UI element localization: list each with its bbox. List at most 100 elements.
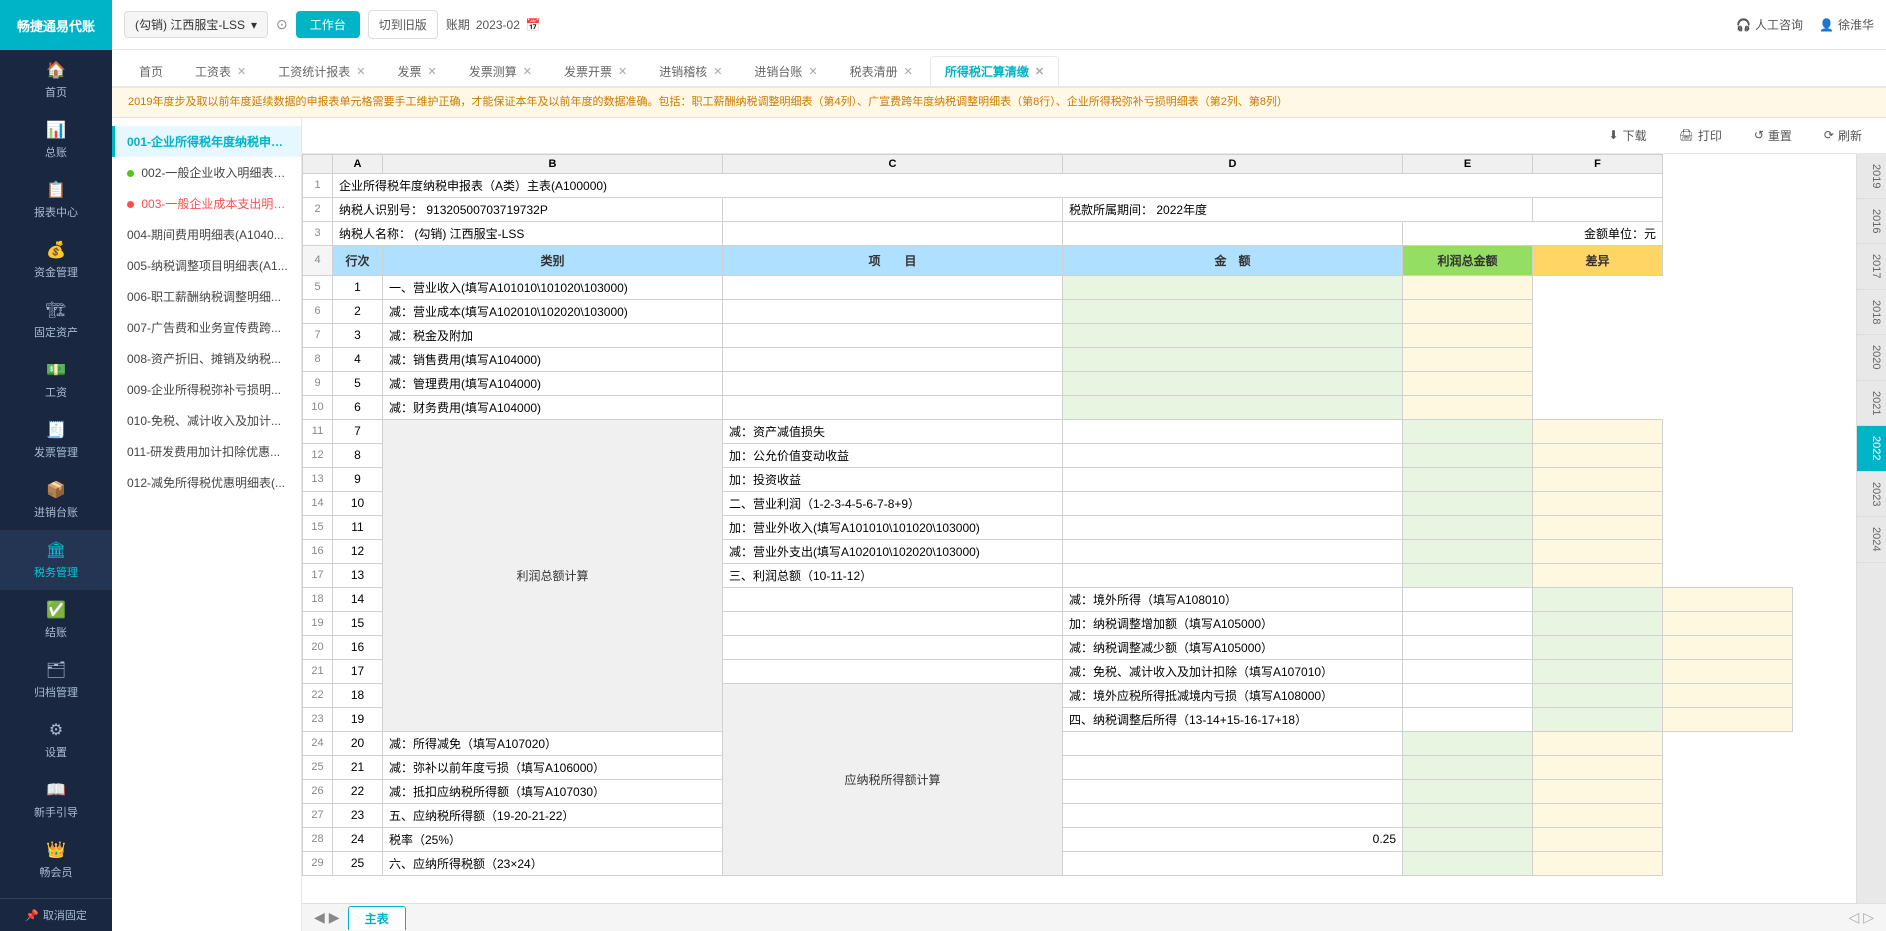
form-item-004[interactable]: 004-期间费用明细表(A1040...	[112, 219, 301, 250]
year-2017[interactable]: 2017	[1857, 244, 1886, 289]
arrow-right-icon[interactable]: ▶	[329, 909, 340, 926]
pin-button[interactable]: 📌 取消固定	[0, 899, 112, 931]
close-tab-income-tax[interactable]: ✕	[1035, 65, 1044, 78]
reports-icon: 📋	[46, 180, 66, 200]
tab-purchase-check[interactable]: 进销稽核 ✕	[644, 56, 737, 86]
sidebar-item-reports[interactable]: 📋 报表中心	[0, 170, 112, 230]
col-f-header: F	[1533, 154, 1663, 173]
sidebar-item-home[interactable]: 🏠 首页	[0, 50, 112, 110]
title-text: 企业所得税年度纳税申报表（A类）主表(A100000)	[339, 179, 607, 193]
reset-button[interactable]: ↺ 重置	[1746, 124, 1800, 147]
tax-period-cell: 税款所属期间： 2022年度	[1063, 197, 1533, 221]
close-tab-invoice[interactable]: ✕	[428, 65, 437, 78]
year-2019[interactable]: 2019	[1857, 154, 1886, 199]
sidebar-label-invoice: 发票管理	[34, 444, 78, 460]
col-header-lirun: 利润总金额	[1403, 245, 1533, 275]
tab-purchase-ledger[interactable]: 进销台账 ✕	[739, 56, 832, 86]
year-2020[interactable]: 2020	[1857, 335, 1886, 380]
sidebar-item-member[interactable]: 👑 畅会员	[0, 830, 112, 890]
sheet-tab-label: 主表	[365, 912, 389, 926]
sheet-nav-arrows[interactable]: ◀ ▶	[314, 909, 340, 926]
empty-meta-3	[723, 221, 1063, 245]
calendar-icon[interactable]: 📅	[526, 18, 541, 32]
sidebar-item-guide[interactable]: 📖 新手引导	[0, 770, 112, 830]
company-selector[interactable]: (勾销) 江西服宝-LSS ▾	[124, 11, 268, 38]
close-tab-tax-list[interactable]: ✕	[904, 65, 913, 78]
status-dot-green	[127, 170, 134, 177]
form-item-006[interactable]: 006-职工薪酬纳税调整明细...	[112, 281, 301, 312]
main-table: A B C D E F	[302, 154, 1793, 876]
salary-icon: 💵	[46, 360, 66, 380]
form-item-009[interactable]: 009-企业所得税弥补亏损明...	[112, 374, 301, 405]
sheet-tab-main[interactable]: 主表	[348, 906, 406, 930]
row-num-3: 3	[303, 221, 333, 245]
row-num-1: 1	[303, 173, 333, 197]
sidebar-item-invoice[interactable]: 🧾 发票管理	[0, 410, 112, 470]
tab-invoice[interactable]: 发票 ✕	[382, 56, 451, 86]
sidebar-item-settings[interactable]: ⚙ 设置	[0, 710, 112, 770]
year-2016[interactable]: 2016	[1857, 199, 1886, 244]
form-item-004-label: 004-期间费用明细表(A1040...	[127, 228, 284, 242]
year-2021[interactable]: 2021	[1857, 381, 1886, 426]
table-row-taxid: 2 纳税人识别号： 91320500703719732P 税款所属期间： 202…	[303, 197, 1793, 221]
reset-label: 重置	[1768, 127, 1792, 144]
tab-income-tax[interactable]: 所得税汇算清缴 ✕	[930, 56, 1059, 88]
main-content: (勾销) 江西服宝-LSS ▾ ⊙ 工作台 切到旧版 账期 2023-02 📅 …	[112, 0, 1886, 931]
scroll-next-icon[interactable]: ▷	[1863, 909, 1874, 926]
ai-consult-btn[interactable]: 🎧 人工咨询	[1736, 16, 1803, 33]
form-item-003[interactable]: 003-一般企业成本支出明细...	[112, 188, 301, 219]
sidebar-item-salary[interactable]: 💵 工资	[0, 350, 112, 410]
form-item-005[interactable]: 005-纳税调整项目明细表(A1...	[112, 250, 301, 281]
switch-version-button[interactable]: 切到旧版	[368, 10, 438, 39]
table-row: 6 2 减：营业成本(填写A102010\102020\103000)	[303, 299, 1793, 323]
form-item-007[interactable]: 007-广告费和业务宣传费跨...	[112, 312, 301, 343]
user-profile[interactable]: 👤 徐淮华	[1819, 16, 1874, 33]
form-item-010[interactable]: 010-免税、减计收入及加计...	[112, 405, 301, 436]
tab-salary-stats[interactable]: 工资统计报表 ✕	[263, 56, 380, 86]
arrow-left-icon[interactable]: ◀	[314, 909, 325, 926]
close-tab-salary[interactable]: ✕	[237, 65, 246, 78]
sidebar-item-archive[interactable]: 🗂 归档管理	[0, 650, 112, 710]
close-tab-invoice-calc[interactable]: ✕	[523, 65, 532, 78]
home-icon: 🏠	[46, 60, 66, 80]
year-2022[interactable]: 2022	[1857, 426, 1886, 471]
close-tab-invoice-open[interactable]: ✕	[618, 65, 627, 78]
form-item-001[interactable]: 001-企业所得税年度纳税申报...	[112, 126, 301, 157]
table-container[interactable]: A B C D E F	[302, 154, 1856, 904]
copy-icon[interactable]: ⊙	[276, 16, 288, 33]
scroll-prev-icon[interactable]: ◁	[1848, 909, 1859, 926]
tab-salary[interactable]: 工资表 ✕	[180, 56, 261, 86]
sidebar-item-purchase-sales[interactable]: 📦 进销台账	[0, 470, 112, 530]
print-button[interactable]: 🖨 打印	[1671, 124, 1730, 147]
sidebar-item-assets[interactable]: 🏗 固定资产	[0, 290, 112, 350]
form-item-006-label: 006-职工薪酬纳税调整明细...	[127, 290, 281, 304]
year-2018[interactable]: 2018	[1857, 290, 1886, 335]
table-row: 5 1 一、营业收入(填写A101010\101020\103000)	[303, 275, 1793, 299]
form-list: 001-企业所得税年度纳税申报... 002-一般企业收入明细表(A1... 0…	[112, 118, 302, 931]
workbench-button[interactable]: 工作台	[296, 11, 360, 38]
guide-icon: 📖	[46, 780, 66, 800]
close-tab-salary-stats[interactable]: ✕	[356, 65, 365, 78]
form-item-002[interactable]: 002-一般企业收入明细表(A1...	[112, 157, 301, 188]
year-2023[interactable]: 2023	[1857, 472, 1886, 517]
sidebar-item-funds[interactable]: 💰 资金管理	[0, 230, 112, 290]
year-2024[interactable]: 2024	[1857, 517, 1886, 562]
notice-bar: 2019年度步及取以前年度延续数据的申报表单元格需要手工维护正确，才能保证本年及…	[112, 88, 1886, 118]
sidebar-item-close-account[interactable]: ✅ 结账	[0, 590, 112, 650]
tab-invoice-calc[interactable]: 发票测算 ✕	[454, 56, 547, 86]
tab-invoice-open[interactable]: 发票开票 ✕	[549, 56, 642, 86]
close-tab-purchase-check[interactable]: ✕	[713, 65, 722, 78]
bottom-tab-bar: ◀ ▶ 主表 ◁ ▷	[302, 903, 1886, 931]
tab-home[interactable]: 首页	[124, 56, 178, 86]
refresh-button[interactable]: ⟳ 刷新	[1816, 124, 1870, 147]
tab-tax-list[interactable]: 税表清册 ✕	[835, 56, 928, 86]
sidebar-item-tax[interactable]: 🏛 税务管理	[0, 530, 112, 590]
content-area: 001-企业所得税年度纳税申报... 002-一般企业收入明细表(A1... 0…	[112, 118, 1886, 931]
funds-icon: 💰	[46, 240, 66, 260]
form-item-011[interactable]: 011-研发费用加计扣除优惠...	[112, 436, 301, 467]
form-item-008[interactable]: 008-资产折旧、摊销及纳税...	[112, 343, 301, 374]
close-tab-purchase-ledger[interactable]: ✕	[808, 65, 817, 78]
form-item-012[interactable]: 012-减免所得税优惠明细表(...	[112, 467, 301, 498]
download-button[interactable]: ⬇ 下载	[1601, 124, 1655, 147]
sidebar-item-ledger[interactable]: 📊 总账	[0, 110, 112, 170]
